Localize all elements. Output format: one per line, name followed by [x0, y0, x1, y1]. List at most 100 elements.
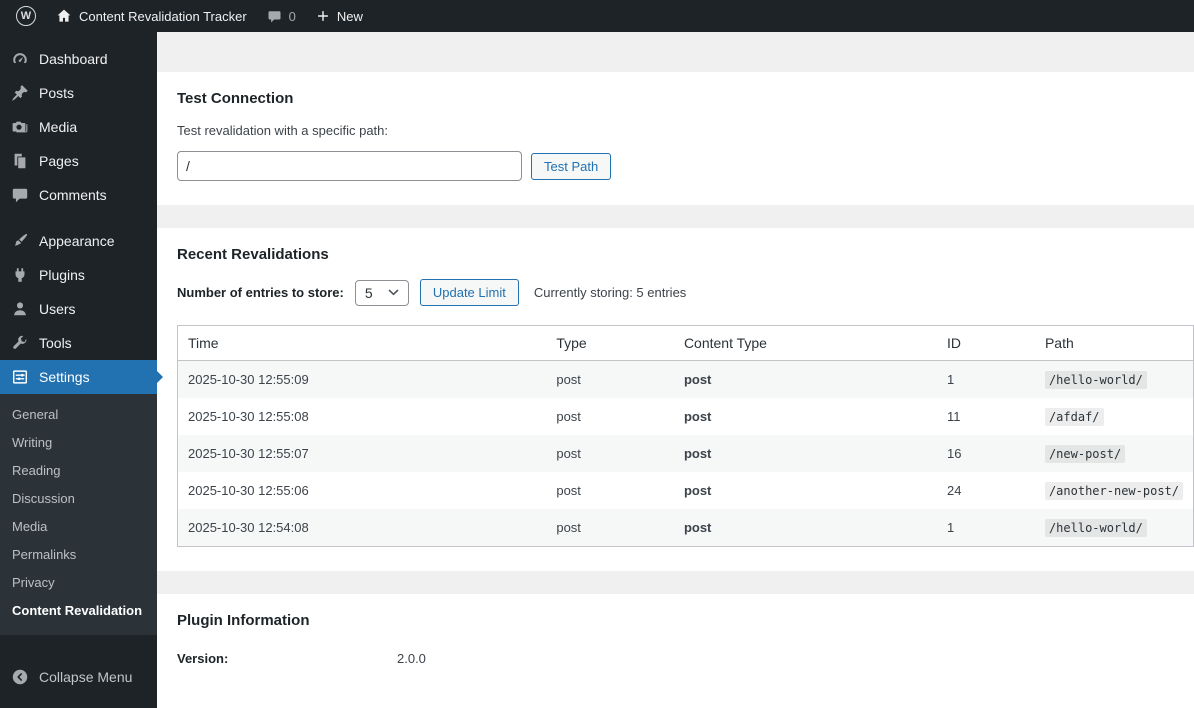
plus-icon: [316, 9, 330, 23]
column-header-time: Time: [177, 325, 547, 361]
paintbrush-icon: [10, 231, 30, 251]
cell-path: /new-post/: [1034, 435, 1194, 472]
plug-icon: [10, 265, 30, 285]
comments-count: 0: [288, 8, 296, 24]
sidebar-item-comments[interactable]: Comments: [0, 178, 157, 212]
cell-path: /afdaf/: [1035, 398, 1194, 435]
home-icon: [56, 8, 72, 24]
cell-content-type: post: [673, 509, 938, 547]
path-code: /new-post/: [1044, 445, 1126, 463]
cell-type: post: [556, 409, 581, 424]
test-connection-section: Test Connection Test revalidation with a…: [157, 72, 1194, 205]
revalidations-table: Time Type Content Type ID Path 2025-10-3…: [177, 325, 1194, 547]
menu-separator: [0, 212, 157, 224]
comments-icon: [10, 185, 30, 205]
cell-type: post: [556, 483, 581, 498]
cell-path: /hello-world/: [1034, 360, 1194, 398]
sidebar-item-pages[interactable]: Pages: [0, 144, 157, 178]
version-value: 2.0.0: [397, 651, 426, 666]
admin-sidebar: Dashboard Posts Media Pages Comments App…: [0, 32, 157, 708]
entries-controls: Number of entries to store: 5 Update Lim…: [177, 279, 1194, 306]
cell-content-type: post: [673, 360, 938, 398]
column-header-id: ID: [937, 325, 1035, 361]
entries-select[interactable]: 5: [354, 279, 409, 306]
settings-icon: [10, 367, 30, 387]
pin-icon: [10, 83, 30, 103]
path-code: /hello-world/: [1044, 371, 1147, 389]
new-content-button[interactable]: New: [306, 0, 373, 32]
plugin-information-section: Plugin Information Version: 2.0.0: [157, 594, 1194, 708]
cell-type: post: [546, 435, 674, 472]
column-header-type: Type: [546, 325, 674, 361]
sidebar-item-plugins[interactable]: Plugins: [0, 258, 157, 292]
table-row: 2025-10-30 12:55:07 post post 16 /new-po…: [177, 435, 1194, 472]
table-row: 2025-10-30 12:55:06 post post 24 /anothe…: [178, 472, 1194, 509]
sidebar-item-appearance[interactable]: Appearance: [0, 224, 157, 258]
comment-bubble-icon: [267, 9, 282, 24]
submenu-item-writing[interactable]: Writing: [0, 429, 157, 457]
pages-icon: [10, 151, 30, 171]
content-top-gap: [157, 32, 1194, 72]
wrench-icon: [10, 333, 30, 353]
site-name-link[interactable]: Content Revalidation Tracker: [46, 0, 257, 32]
entries-label: Number of entries to store:: [177, 285, 344, 300]
cell-path: /another-new-post/: [1035, 472, 1194, 509]
test-path-button[interactable]: Test Path: [531, 152, 612, 180]
sidebar-item-label: Users: [39, 301, 76, 317]
recent-revalidations-section: Recent Revalidations Number of entries t…: [157, 228, 1194, 571]
collapse-arrow-icon: [10, 667, 30, 687]
submenu-item-permalinks[interactable]: Permalinks: [0, 541, 157, 569]
plugin-information-title: Plugin Information: [177, 612, 310, 629]
cell-id: 1: [937, 360, 1035, 398]
cell-type: post: [546, 509, 674, 547]
cell-id: 16: [937, 435, 1035, 472]
sidebar-item-label: Plugins: [39, 267, 85, 283]
test-path-row: Test Path: [177, 151, 1174, 181]
table-header-row: Time Type Content Type ID Path: [177, 325, 1194, 361]
sidebar-item-media[interactable]: Media: [0, 110, 157, 144]
cell-id: 11: [947, 409, 961, 424]
cell-type: post: [546, 360, 674, 398]
update-limit-button[interactable]: Update Limit: [419, 279, 519, 306]
sidebar-item-tools[interactable]: Tools: [0, 326, 157, 360]
submenu-item-media[interactable]: Media: [0, 513, 157, 541]
column-header-content-type: Content Type: [673, 325, 938, 361]
test-connection-description: Test revalidation with a specific path:: [177, 123, 388, 138]
cell-time: 2025-10-30 12:55:06: [188, 483, 309, 498]
submenu-item-reading[interactable]: Reading: [0, 457, 157, 485]
sidebar-item-label: Comments: [39, 187, 107, 203]
submenu-item-content-revalidation[interactable]: Content Revalidation: [0, 597, 157, 625]
submenu-item-general[interactable]: General: [0, 401, 157, 429]
admin-bar-comments[interactable]: 0: [257, 0, 306, 32]
test-path-input[interactable]: [177, 151, 522, 181]
cell-content-type: post: [683, 483, 712, 498]
path-code: /afdaf/: [1044, 408, 1104, 426]
cell-time: 2025-10-30 12:55:07: [177, 435, 547, 472]
cell-time: 2025-10-30 12:54:08: [177, 509, 547, 547]
table-row: 2025-10-30 12:55:09 post post 1 /hello-w…: [177, 360, 1194, 398]
entries-select-value: 5: [364, 284, 373, 301]
new-label: New: [336, 8, 363, 24]
collapse-menu-button[interactable]: Collapse Menu: [0, 660, 157, 694]
sidebar-item-posts[interactable]: Posts: [0, 76, 157, 110]
column-header-path: Path: [1034, 325, 1194, 361]
dashboard-icon: [10, 49, 30, 69]
settings-submenu: General Writing Reading Discussion Media…: [0, 394, 157, 635]
cell-path: /hello-world/: [1034, 509, 1194, 547]
wordpress-logo-menu[interactable]: W: [6, 0, 46, 32]
admin-layout: Dashboard Posts Media Pages Comments App…: [0, 32, 1194, 708]
sidebar-item-label: Settings: [39, 369, 90, 385]
sidebar-item-label: Posts: [39, 85, 75, 101]
submenu-item-discussion[interactable]: Discussion: [0, 485, 157, 513]
sidebar-item-users[interactable]: Users: [0, 292, 157, 326]
sidebar-item-dashboard[interactable]: Dashboard: [0, 42, 157, 76]
chevron-down-icon: [388, 289, 399, 296]
sidebar-item-settings[interactable]: Settings: [0, 360, 157, 394]
version-row: Version: 2.0.0: [177, 651, 1174, 666]
table-row: 2025-10-30 12:55:08 post post 11 /afdaf/: [178, 398, 1194, 435]
cell-id: 24: [947, 483, 962, 498]
cell-id: 1: [937, 509, 1035, 547]
sidebar-item-label: Appearance: [39, 233, 115, 249]
table-row: 2025-10-30 12:54:08 post post 1 /hello-w…: [177, 509, 1194, 547]
submenu-item-privacy[interactable]: Privacy: [0, 569, 157, 597]
